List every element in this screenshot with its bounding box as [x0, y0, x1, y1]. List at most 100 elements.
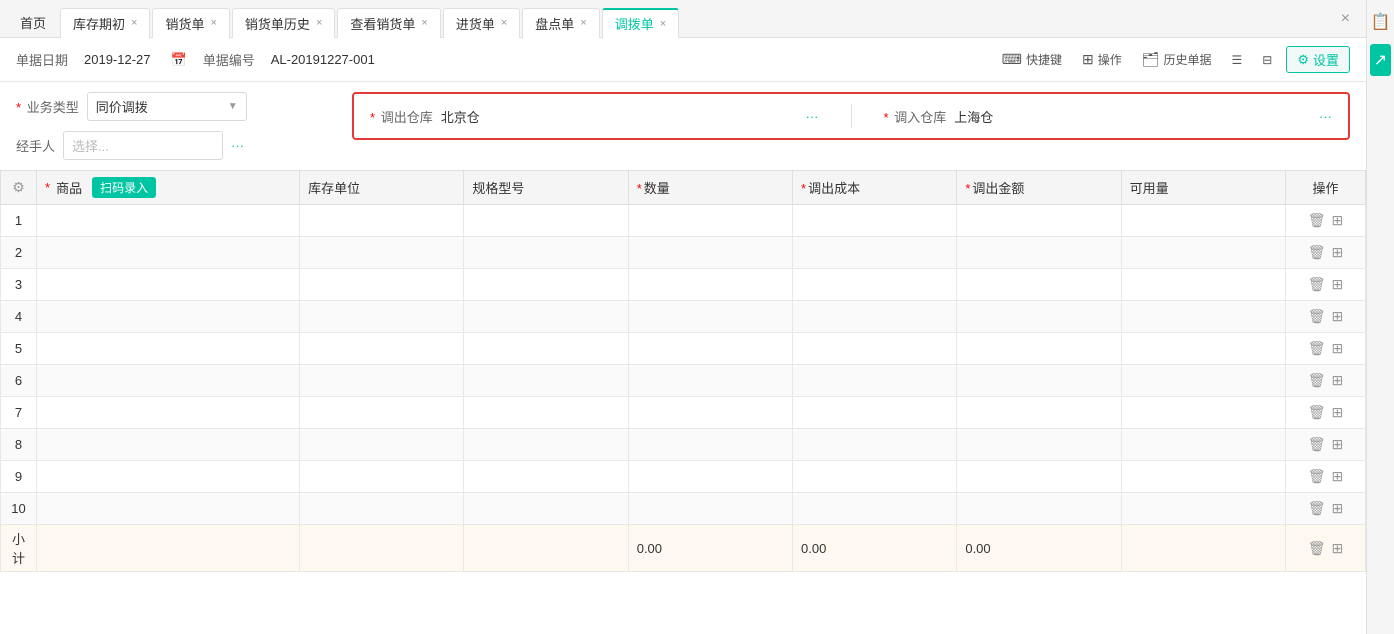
table-cell[interactable]: [793, 461, 957, 493]
table-cell[interactable]: [464, 365, 628, 397]
table-cell[interactable]: [464, 269, 628, 301]
column-gear[interactable]: ⚙: [1, 171, 37, 205]
tab-home[interactable]: 首页: [8, 8, 58, 38]
table-cell[interactable]: [300, 429, 464, 461]
table-cell[interactable]: [793, 269, 957, 301]
table-cell[interactable]: [37, 365, 300, 397]
copy-icon[interactable]: ⊞: [1332, 212, 1344, 229]
shortcut-button[interactable]: ⌨ 快捷键: [996, 49, 1068, 70]
table-cell[interactable]: [464, 397, 628, 429]
table-cell[interactable]: [1121, 301, 1285, 333]
table-cell[interactable]: [464, 493, 628, 525]
close-icon[interactable]: ×: [316, 17, 322, 29]
handler-select[interactable]: 选择...: [63, 131, 223, 160]
table-cell[interactable]: [300, 301, 464, 333]
copy-icon[interactable]: ⊞: [1332, 468, 1344, 485]
table-cell[interactable]: [793, 493, 957, 525]
table-cell[interactable]: [793, 429, 957, 461]
table-cell[interactable]: [957, 237, 1121, 269]
layout-btn-1[interactable]: ☰: [1226, 51, 1249, 69]
table-cell[interactable]: [628, 365, 792, 397]
table-cell[interactable]: [628, 461, 792, 493]
table-cell[interactable]: [957, 461, 1121, 493]
delete-icon[interactable]: 🗑: [1308, 212, 1326, 229]
table-cell[interactable]: [37, 461, 300, 493]
copy-icon[interactable]: ⊞: [1332, 500, 1344, 517]
delete-icon[interactable]: 🗑: [1308, 468, 1326, 485]
table-cell[interactable]: [957, 429, 1121, 461]
copy-icon[interactable]: ⊞: [1332, 244, 1344, 261]
copy-icon[interactable]: ⊞: [1332, 436, 1344, 453]
table-cell[interactable]: [37, 429, 300, 461]
transfer-out-more-button[interactable]: ···: [806, 109, 819, 124]
table-cell[interactable]: [1121, 397, 1285, 429]
copy-icon[interactable]: ⊞: [1332, 404, 1344, 421]
history-button[interactable]: 🗂 历史单据: [1136, 49, 1218, 70]
table-cell[interactable]: [464, 333, 628, 365]
scan-button[interactable]: 扫码录入: [92, 177, 156, 198]
table-cell[interactable]: [793, 205, 957, 237]
close-icon[interactable]: ×: [421, 17, 427, 29]
tab-sales-history[interactable]: 销货单历史 ×: [232, 8, 335, 38]
delete-icon[interactable]: 🗑: [1308, 244, 1326, 261]
table-cell[interactable]: [37, 493, 300, 525]
tab-transfer-order[interactable]: 调拨单 ×: [602, 8, 679, 38]
delete-icon[interactable]: 🗑: [1308, 308, 1326, 325]
copy-icon[interactable]: ⊞: [1332, 540, 1344, 557]
copy-icon[interactable]: ⊞: [1332, 372, 1344, 389]
copy-icon[interactable]: ⊞: [1332, 340, 1344, 357]
table-cell[interactable]: [37, 301, 300, 333]
table-cell[interactable]: [957, 301, 1121, 333]
export-icon[interactable]: ↗: [1370, 44, 1391, 76]
close-icon[interactable]: ×: [660, 18, 666, 30]
table-cell[interactable]: [300, 525, 464, 572]
table-cell[interactable]: [300, 397, 464, 429]
delete-icon[interactable]: 🗑: [1308, 500, 1326, 517]
delete-icon[interactable]: 🗑: [1308, 436, 1326, 453]
table-cell[interactable]: [628, 237, 792, 269]
tab-view-sales[interactable]: 查看销货单 ×: [337, 8, 440, 38]
close-icon[interactable]: ×: [131, 17, 137, 29]
table-cell[interactable]: [793, 365, 957, 397]
table-cell[interactable]: [957, 493, 1121, 525]
table-cell[interactable]: [1121, 269, 1285, 301]
delete-icon[interactable]: 🗑: [1308, 404, 1326, 421]
table-cell[interactable]: [464, 301, 628, 333]
table-cell[interactable]: [628, 493, 792, 525]
gear-icon[interactable]: ⚙: [12, 179, 25, 195]
table-cell[interactable]: [300, 205, 464, 237]
table-cell[interactable]: [957, 269, 1121, 301]
delete-icon[interactable]: 🗑: [1308, 340, 1326, 357]
table-cell[interactable]: [793, 301, 957, 333]
table-cell[interactable]: [1121, 365, 1285, 397]
transfer-in-more-button[interactable]: ···: [1319, 109, 1332, 124]
copy-icon[interactable]: ⊞: [1332, 308, 1344, 325]
table-cell[interactable]: [1121, 333, 1285, 365]
tab-inventory-init[interactable]: 库存期初 ×: [60, 8, 150, 38]
handler-more-button[interactable]: ···: [231, 138, 244, 153]
table-cell[interactable]: [628, 397, 792, 429]
layout-btn-2[interactable]: ⊟: [1256, 51, 1278, 69]
table-cell[interactable]: [37, 205, 300, 237]
table-cell[interactable]: [464, 461, 628, 493]
table-cell[interactable]: [300, 493, 464, 525]
table-cell[interactable]: [957, 205, 1121, 237]
table-cell[interactable]: [793, 237, 957, 269]
subtotal-row-label[interactable]: [37, 525, 300, 572]
close-icon[interactable]: ×: [501, 17, 507, 29]
document-icon[interactable]: 📋: [1367, 8, 1394, 36]
table-cell[interactable]: [1121, 493, 1285, 525]
delete-icon[interactable]: 🗑: [1308, 372, 1326, 389]
table-cell[interactable]: [300, 269, 464, 301]
table-cell[interactable]: [628, 429, 792, 461]
table-cell[interactable]: [1121, 205, 1285, 237]
setting-button[interactable]: ⚙ 设置: [1286, 46, 1350, 73]
close-icon[interactable]: ×: [210, 17, 216, 29]
table-cell[interactable]: [464, 429, 628, 461]
table-cell[interactable]: [628, 301, 792, 333]
table-cell[interactable]: [300, 237, 464, 269]
table-cell[interactable]: [37, 397, 300, 429]
delete-icon[interactable]: 🗑: [1308, 276, 1326, 293]
copy-icon[interactable]: ⊞: [1332, 276, 1344, 293]
business-type-select[interactable]: 同价调拨 ▼: [87, 92, 247, 121]
